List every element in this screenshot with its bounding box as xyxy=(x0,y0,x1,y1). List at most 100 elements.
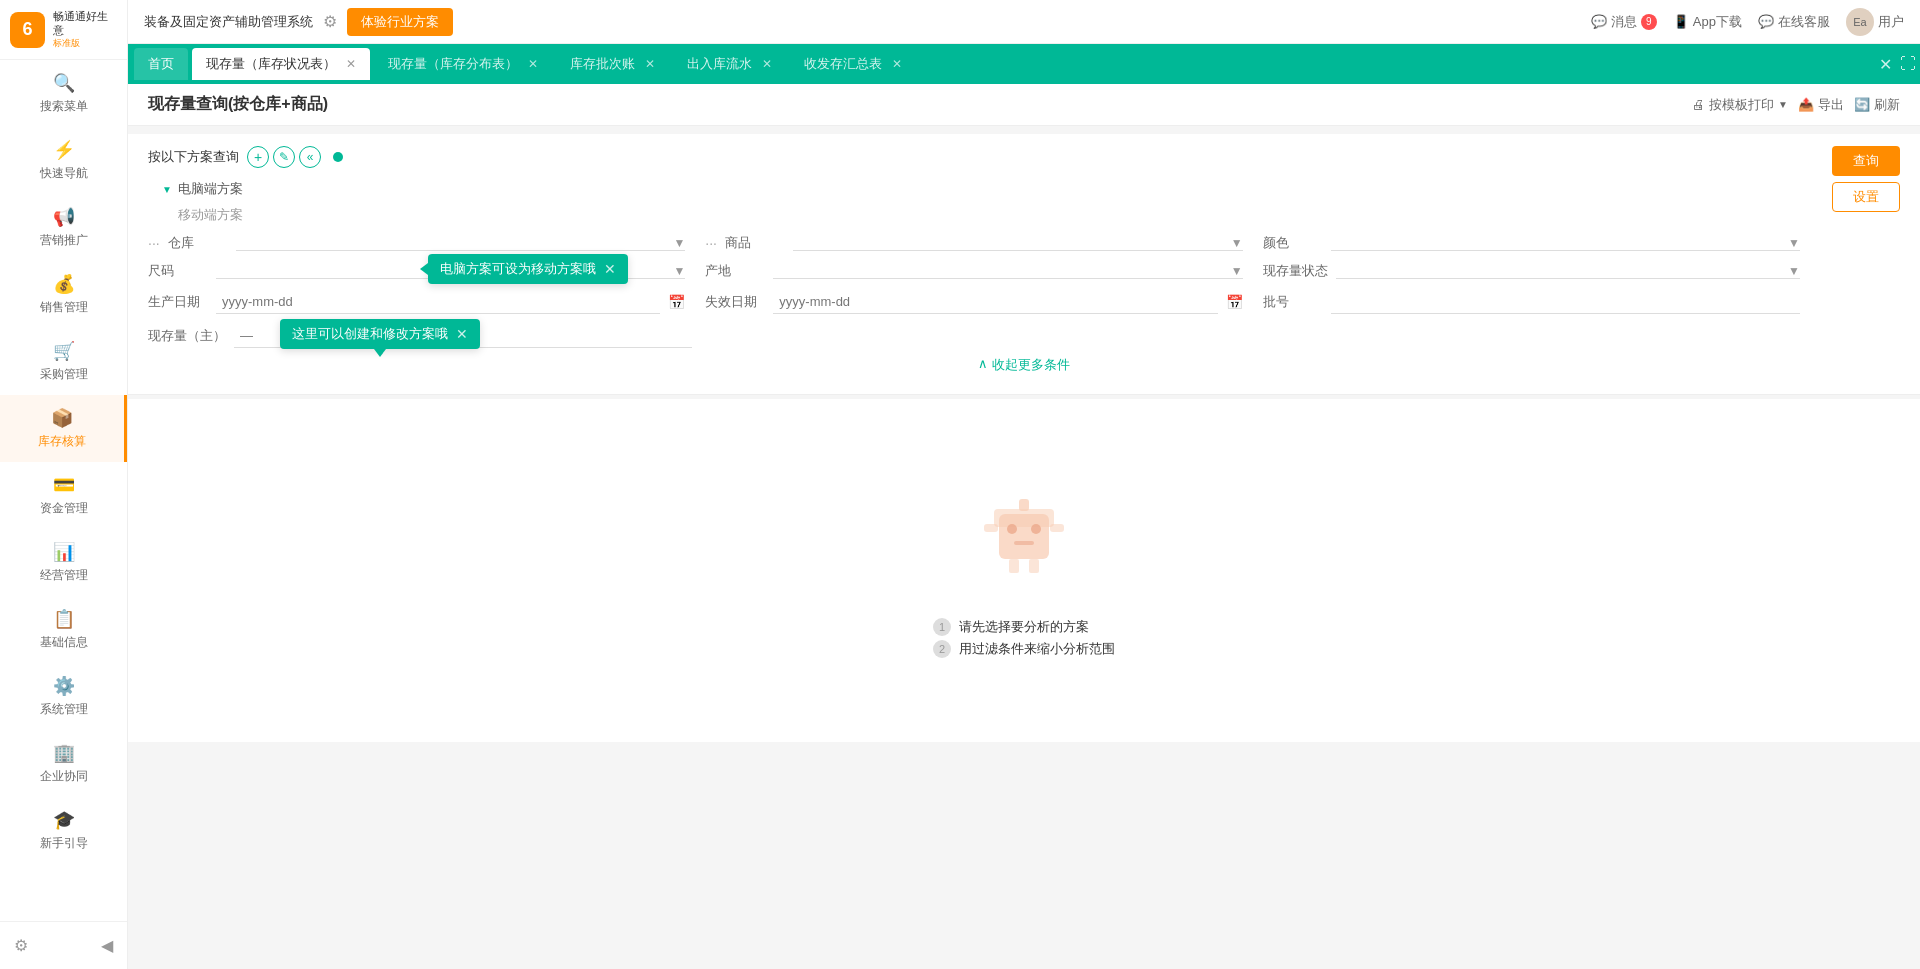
filter-item-warehouse: ··· 仓库 ▼ xyxy=(148,234,685,252)
sales-icon: 💰 xyxy=(53,273,75,295)
sidebar-item-inventory[interactable]: 📦 库存核算 xyxy=(0,395,127,462)
filter-item-expire-date: 失效日期 📅 xyxy=(705,290,1242,314)
sidebar-item-enterprise[interactable]: 🏢 企业协同 xyxy=(0,730,127,797)
tab-recv-summary-close[interactable]: ✕ xyxy=(892,57,902,71)
batch-no-input[interactable] xyxy=(1331,290,1800,314)
connector-dot xyxy=(333,152,343,162)
filter-item-status: 现存量状态 ▼ xyxy=(1263,262,1800,280)
color-input[interactable] xyxy=(1331,235,1788,250)
sidebar-item-quick-nav[interactable]: ⚡ 快速导航 xyxy=(0,127,127,194)
sidebar-logo: 6 畅通通好生意 标准版 xyxy=(0,0,127,60)
tooltip-pc-scheme: 电脑方案可设为移动方案哦 ✕ xyxy=(428,254,628,284)
tab-batch-account-close[interactable]: ✕ xyxy=(645,57,655,71)
svg-point-2 xyxy=(1007,524,1017,534)
sidebar-item-label: 基础信息 xyxy=(40,634,88,651)
sidebar-item-label: 采购管理 xyxy=(40,366,88,383)
refresh-btn[interactable]: 🔄 刷新 xyxy=(1854,96,1900,114)
sidebar-item-label: 营销推广 xyxy=(40,232,88,249)
tab-inventory-dist[interactable]: 现存量（库存分布表） ✕ xyxy=(374,48,552,80)
user-item[interactable]: Ea 用户 xyxy=(1846,8,1904,36)
empty-step-2: 2 用过滤条件来缩小分析范围 xyxy=(933,640,1115,658)
qty-main-label: 现存量（主） xyxy=(148,327,226,345)
tooltip2-arrow xyxy=(374,349,386,357)
industry-btn[interactable]: 体验行业方案 xyxy=(347,8,453,36)
collapse-row[interactable]: ∧ 收起更多条件 xyxy=(148,348,1900,382)
notification-icon: 💬 xyxy=(1591,14,1607,29)
expire-date-input[interactable] xyxy=(773,290,1217,314)
export-btn[interactable]: 📤 导出 xyxy=(1798,96,1844,114)
scheme-mobile[interactable]: 移动端方案 xyxy=(178,206,1900,224)
sidebar-item-label: 快速导航 xyxy=(40,165,88,182)
sidebar-item-operation[interactable]: 📊 经营管理 xyxy=(0,529,127,596)
produce-date-input[interactable] xyxy=(216,290,660,314)
size-arrow: ▼ xyxy=(673,264,685,278)
tab-inventory-status-close[interactable]: ✕ xyxy=(346,57,356,71)
sidebar-item-label: 系统管理 xyxy=(40,701,88,718)
collapse-label: 收起更多条件 xyxy=(992,356,1070,374)
produce-date-calendar-icon[interactable]: 📅 xyxy=(668,294,685,310)
topbar: 装备及固定资产辅助管理系统 ⚙ 体验行业方案 💬 消息 9 📱 App下载 💬 … xyxy=(128,0,1920,44)
tab-recv-summary[interactable]: 收发存汇总表 ✕ xyxy=(790,48,916,80)
tabbar-right: ✕ ⛶ xyxy=(1879,55,1916,74)
reset-button[interactable]: 设置 xyxy=(1832,182,1900,212)
product-dots[interactable]: ··· xyxy=(705,235,717,251)
online-support-item[interactable]: 💬 在线客服 xyxy=(1758,13,1830,31)
svg-rect-6 xyxy=(984,524,998,532)
app-download-item[interactable]: 📱 App下载 xyxy=(1673,13,1742,31)
origin-input[interactable] xyxy=(773,263,1230,278)
empty-step-1: 1 请先选择要分析的方案 xyxy=(933,618,1115,636)
warehouse-input[interactable] xyxy=(236,235,674,250)
warehouse-dots[interactable]: ··· xyxy=(148,235,160,251)
app-icon: 📱 xyxy=(1673,14,1689,29)
sidebar-item-label: 销售管理 xyxy=(40,299,88,316)
tooltip-close[interactable]: ✕ xyxy=(604,261,616,277)
svg-rect-1 xyxy=(994,509,1054,527)
scheme-pc[interactable]: ▼ 电脑端方案 xyxy=(162,180,1900,198)
sidebar-item-purchase[interactable]: 🛒 采购管理 xyxy=(0,328,127,395)
search-button[interactable]: 查询 xyxy=(1832,146,1900,176)
warehouse-arrow: ▼ xyxy=(673,236,685,250)
notification-label: 消息 xyxy=(1611,13,1637,31)
product-arrow: ▼ xyxy=(1231,236,1243,250)
expand-icon[interactable]: ⛶ xyxy=(1900,55,1916,73)
app-label: App下载 xyxy=(1693,13,1742,31)
tooltip2-close[interactable]: ✕ xyxy=(456,326,468,342)
tab-inventory-status[interactable]: 现存量（库存状况表） ✕ xyxy=(192,48,370,80)
sidebar-item-system[interactable]: ⚙️ 系统管理 xyxy=(0,663,127,730)
filter-header: 按以下方案查询 + ✎ « xyxy=(148,146,1900,168)
sidebar-item-finance[interactable]: 💳 资金管理 xyxy=(0,462,127,529)
tab-inout-flow[interactable]: 出入库流水 ✕ xyxy=(673,48,786,80)
back-scheme-btn[interactable]: « xyxy=(299,146,321,168)
settings-footer-icon[interactable]: ⚙ xyxy=(14,936,28,955)
close-all-icon[interactable]: ✕ xyxy=(1879,55,1892,74)
tab-inventory-dist-close[interactable]: ✕ xyxy=(528,57,538,71)
sidebar-item-guide[interactable]: 🎓 新手引导 xyxy=(0,797,127,864)
sidebar-item-basic[interactable]: 📋 基础信息 xyxy=(0,596,127,663)
print-template-btn[interactable]: 🖨 按模板打印 ▼ xyxy=(1692,96,1788,114)
edit-scheme-btn[interactable]: ✎ xyxy=(273,146,295,168)
tab-inout-flow-close[interactable]: ✕ xyxy=(762,57,772,71)
collapse-icon[interactable]: ◀ xyxy=(101,936,113,955)
tab-batch-account[interactable]: 库存批次账 ✕ xyxy=(556,48,669,80)
filter-row-2: 尺码 ▼ 产地 ▼ 现存量状态 ▼ xyxy=(148,262,1800,280)
product-input[interactable] xyxy=(793,235,1231,250)
add-scheme-btn[interactable]: + xyxy=(247,146,269,168)
sidebar-item-sales[interactable]: 💰 销售管理 xyxy=(0,261,127,328)
tooltip-arrow xyxy=(420,263,428,275)
sidebar-item-marketing[interactable]: 📢 营销推广 xyxy=(0,194,127,261)
scheme-pc-label: 电脑端方案 xyxy=(178,180,243,198)
batch-no-label: 批号 xyxy=(1263,293,1323,311)
tab-home[interactable]: 首页 xyxy=(134,48,188,80)
page-actions: 🖨 按模板打印 ▼ 📤 导出 🔄 刷新 xyxy=(1692,96,1900,114)
status-arrow: ▼ xyxy=(1788,264,1800,278)
notification-item[interactable]: 💬 消息 9 xyxy=(1591,13,1657,31)
expire-date-calendar-icon[interactable]: 📅 xyxy=(1226,294,1243,310)
step-1-text: 请先选择要分析的方案 xyxy=(959,618,1089,636)
support-label: 在线客服 xyxy=(1778,13,1830,31)
filter-item-produce-date: 生产日期 📅 xyxy=(148,290,685,314)
step-1-num: 1 xyxy=(933,618,951,636)
sidebar-item-search[interactable]: 🔍 搜索菜单 xyxy=(0,60,127,127)
svg-rect-5 xyxy=(1019,499,1029,511)
sidebar-item-label: 企业协同 xyxy=(40,768,88,785)
status-input[interactable] xyxy=(1336,263,1788,278)
